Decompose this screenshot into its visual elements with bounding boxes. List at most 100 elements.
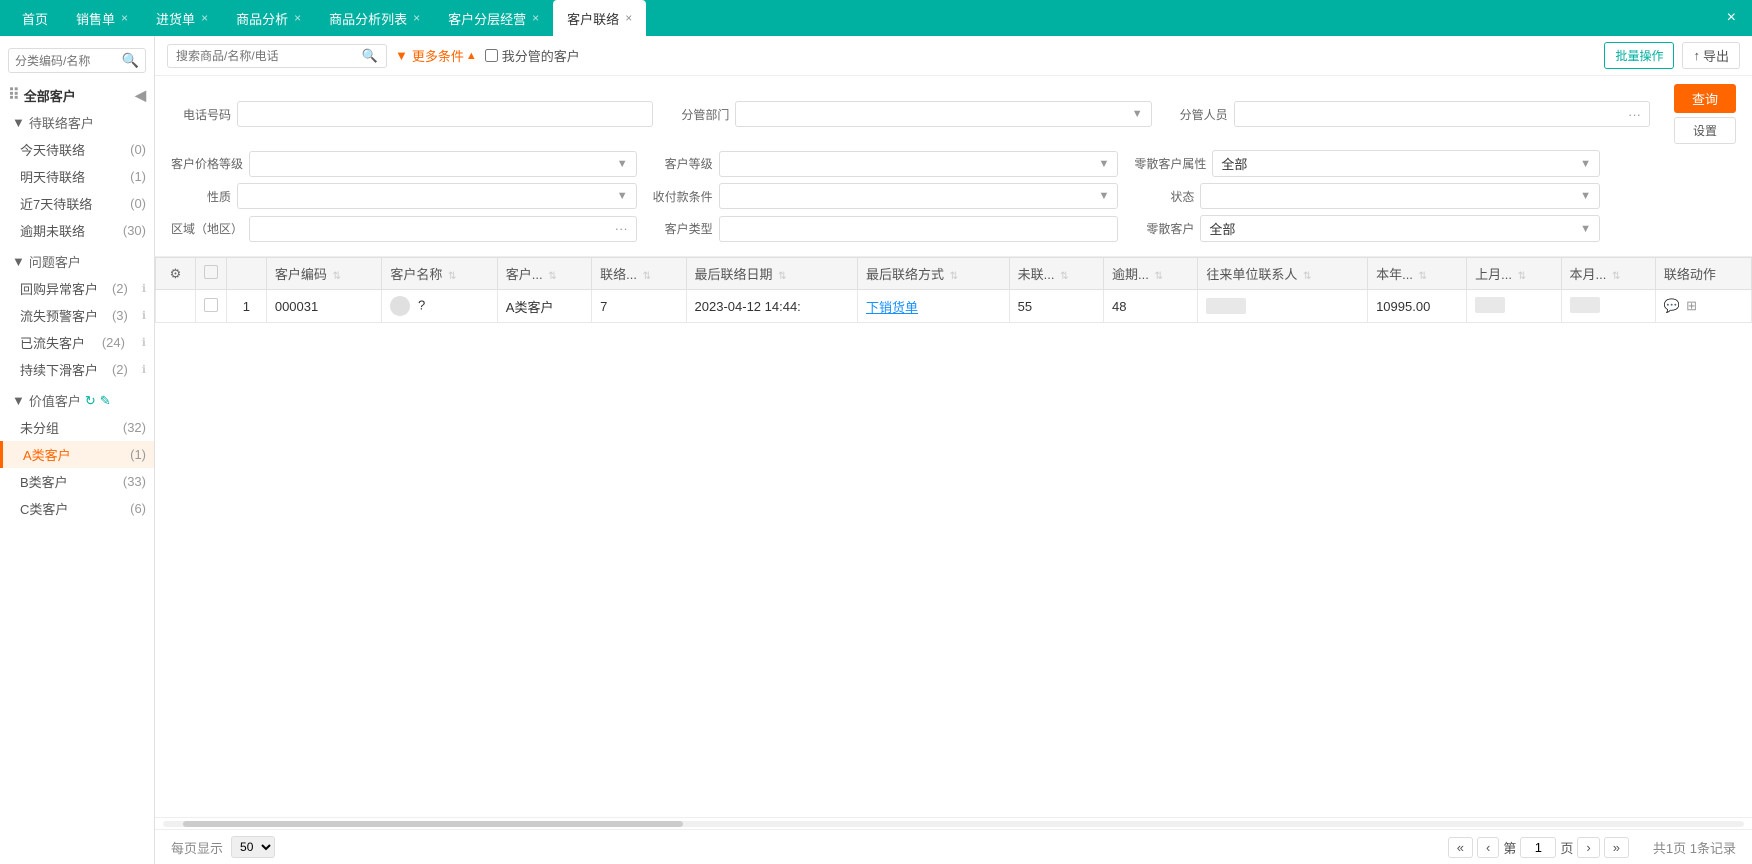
sidebar-search-icon[interactable]: 🔍 (122, 52, 139, 69)
company-contact-header[interactable]: 往来单位联系人 ⇅ (1198, 258, 1368, 290)
close-sales-tab[interactable]: × (121, 11, 128, 25)
collapse-sidebar-btn[interactable]: ◀ (135, 87, 146, 104)
my-customers-check[interactable]: 我分管的客户 (485, 46, 580, 65)
query-button[interactable]: 查询 (1674, 84, 1736, 113)
nature-select[interactable]: ▼ (237, 183, 637, 209)
filter-search-icon[interactable]: 🔍 (362, 48, 378, 64)
page-input[interactable] (1520, 837, 1556, 858)
region-input[interactable]: ··· (249, 216, 637, 242)
action-qr-icon[interactable]: ⊞ (1686, 298, 1697, 314)
nav-purchase[interactable]: 进货单 × (142, 0, 222, 36)
name-header[interactable]: 客户名称 ⇅ (382, 258, 497, 290)
my-customers-checkbox[interactable] (485, 49, 498, 62)
settings-button[interactable]: 设置 (1674, 117, 1736, 144)
manager-dots-icon[interactable]: ··· (1628, 107, 1641, 122)
close-purchase-tab[interactable]: × (201, 11, 208, 25)
week-contact-item[interactable]: 近7天待联络 (0) (0, 190, 154, 217)
last-month-sort-icon: ⇅ (1518, 271, 1526, 282)
status-filter: 状态 ▼ (1134, 183, 1600, 209)
today-contact-item[interactable]: 今天待联络 (0) (0, 136, 154, 163)
last-month-header[interactable]: 上月... ⇅ (1467, 258, 1561, 290)
no-contact-header[interactable]: 未联... ⇅ (1009, 258, 1103, 290)
region-dots-icon[interactable]: ··· (615, 221, 628, 236)
close-customer-tier-tab[interactable]: × (532, 11, 539, 25)
nav-customer-tier[interactable]: 客户分层经营 × (434, 0, 553, 36)
payment-label: 收付款条件 (653, 188, 713, 205)
price-level-filter: 客户价格等级 ▼ (171, 151, 637, 177)
page-size-select[interactable]: 50 (231, 836, 275, 858)
last-date-header[interactable]: 最后联络日期 ⇅ (686, 258, 857, 290)
price-level-select[interactable]: ▼ (249, 151, 637, 177)
batch-ops-button[interactable]: 批量操作 (1604, 42, 1674, 69)
sidebar: 🔍 ⠿ 全部客户 ◀ ▼ 待联络客户 今天待联络 (0) 明天待联络 (1) 近… (0, 36, 155, 864)
contacts-header[interactable]: 联络... ⇅ (592, 258, 686, 290)
class-c-item[interactable]: C类客户 (6) (0, 495, 154, 522)
status-select[interactable]: ▼ (1200, 183, 1600, 209)
value-refresh-icon[interactable]: ↻ (85, 393, 96, 409)
class-b-item[interactable]: B类客户 (33) (0, 468, 154, 495)
payment-select[interactable]: ▼ (719, 183, 1119, 209)
close-customer-contact-tab[interactable]: × (625, 11, 632, 25)
gear-header[interactable]: ⚙ (156, 258, 196, 290)
overdue-header[interactable]: 逾期... ⇅ (1103, 258, 1197, 290)
phone-input[interactable] (237, 101, 653, 127)
dept-select[interactable]: ▼ (735, 101, 1151, 127)
value-edit-icon[interactable]: ✎ (100, 393, 111, 409)
last-method-link[interactable]: 下销货单 (866, 300, 918, 315)
customer-level-select[interactable]: ▼ (719, 151, 1119, 177)
data-table-wrapper: ⚙ 客户编码 ⇅ 客户名称 ⇅ (155, 257, 1752, 817)
declining-item[interactable]: 持续下滑客户 (2) ℹ (0, 356, 154, 383)
problem-customers-title[interactable]: ▼ 问题客户 (0, 248, 154, 275)
scrollbar-thumb[interactable] (183, 821, 683, 827)
first-page-btn[interactable]: « (1448, 837, 1473, 858)
tomorrow-contact-item[interactable]: 明天待联络 (1) (0, 163, 154, 190)
nav-goods-analysis[interactable]: 商品分析 × (222, 0, 315, 36)
action-chat-icon[interactable]: 💬 (1664, 298, 1680, 314)
nav-sales[interactable]: 销售单 × (62, 0, 142, 36)
filter-search-box[interactable]: 🔍 (167, 44, 387, 68)
next-page-btn[interactable]: › (1577, 837, 1599, 858)
retail-customer-filter: 零散客户 全部 ▼ (1134, 215, 1600, 242)
filter-search-input[interactable] (176, 49, 362, 63)
info-icon-2: ℹ (142, 309, 146, 322)
churn-warning-item[interactable]: 流失预警客户 (3) ℹ (0, 302, 154, 329)
churned-item[interactable]: 已流失客户 (24) ℹ (0, 329, 154, 356)
customer-type-input[interactable] (719, 216, 1119, 242)
sidebar-search-input[interactable] (15, 54, 122, 68)
abnormal-repurchase-item[interactable]: 回购异常客户 (2) ℹ (0, 275, 154, 302)
row-gear (156, 290, 196, 323)
row-check[interactable] (195, 290, 226, 323)
class-a-item[interactable]: A类客户 (1) (0, 441, 154, 468)
retail-customer-select[interactable]: 全部 ▼ (1200, 215, 1600, 242)
retail-attr-select[interactable]: 全部 ▼ (1212, 150, 1600, 177)
value-customers-title[interactable]: ▼ 价值客户 ↻ ✎ (0, 387, 154, 414)
check-all-header[interactable] (195, 258, 226, 290)
type-header[interactable]: 客户... ⇅ (497, 258, 591, 290)
overdue-contact-item[interactable]: 逾期未联络 (30) (0, 217, 154, 244)
manager-input[interactable]: ··· (1234, 101, 1650, 127)
close-all-tabs[interactable]: × (1719, 9, 1744, 27)
pending-contact-title[interactable]: ▼ 待联络客户 (0, 109, 154, 136)
ungrouped-item[interactable]: 未分组 (32) (0, 414, 154, 441)
nav-customer-contact[interactable]: 客户联络 × (553, 0, 646, 36)
more-filters-btn[interactable]: ▼ 更多条件 ▲ (395, 46, 477, 65)
row-checkbox[interactable] (204, 298, 218, 312)
code-header[interactable]: 客户编码 ⇅ (266, 258, 381, 290)
nav-goods-list[interactable]: 商品分析列表 × (315, 0, 434, 36)
export-button[interactable]: ↑ 导出 (1682, 42, 1740, 69)
close-goods-analysis-tab[interactable]: × (294, 11, 301, 25)
this-year-header[interactable]: 本年... ⇅ (1368, 258, 1467, 290)
check-all-checkbox[interactable] (204, 265, 218, 279)
last-method-header[interactable]: 最后联络方式 ⇅ (857, 258, 1009, 290)
last-method-sort-icon: ⇅ (950, 271, 958, 282)
nav-home[interactable]: 首页 (8, 0, 62, 36)
nature-arrow-icon: ▼ (617, 190, 628, 202)
all-customers-section[interactable]: ⠿ 全部客户 ◀ (0, 81, 154, 109)
close-goods-list-tab[interactable]: × (413, 11, 420, 25)
this-month-header[interactable]: 本月... ⇅ (1561, 258, 1655, 290)
sidebar-search-box[interactable]: 🔍 (8, 48, 146, 73)
last-page-btn[interactable]: » (1604, 837, 1629, 858)
prev-page-btn[interactable]: ‹ (1477, 837, 1499, 858)
horizontal-scrollbar[interactable] (155, 817, 1752, 829)
filter-row-3: 性质 ▼ 收付款条件 ▼ 状态 (171, 183, 1736, 209)
